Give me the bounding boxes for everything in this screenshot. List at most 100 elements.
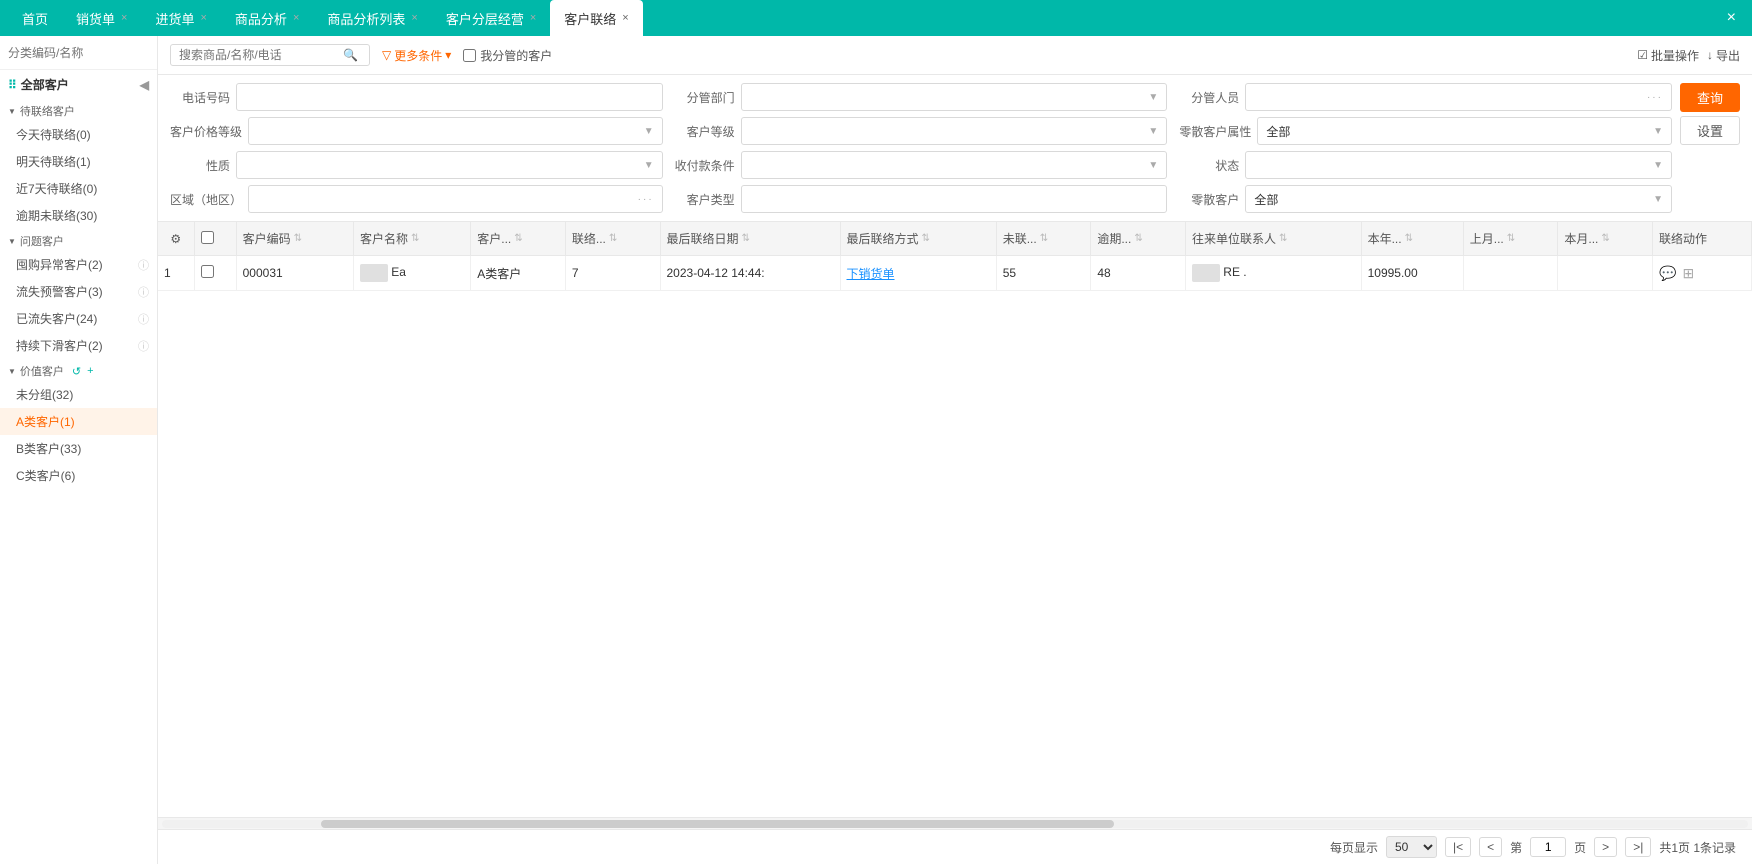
advanced-filter: 电话号码 分管部门 ▼ 分管人员 ···	[158, 75, 1752, 222]
filter-search-input[interactable]	[179, 48, 339, 62]
sidebar-item-hoarding[interactable]: 囤购异常客户(2) ⓘ	[0, 251, 157, 278]
sidebar-item-today[interactable]: 今天待联络(0)	[0, 121, 157, 148]
all-customers-header[interactable]: ⠿ 全部客户 ◀	[0, 70, 157, 99]
sort-icon-uncontacted[interactable]: ⇅	[1040, 233, 1048, 244]
horizontal-scrollbar[interactable]	[158, 817, 1752, 829]
prev-page-button[interactable]: <	[1479, 837, 1502, 857]
sort-icon-last-method[interactable]: ⇅	[922, 233, 930, 244]
filter-input-retail-attr[interactable]: 全部 ▼	[1257, 117, 1672, 145]
sidebar-group-problem: ▼ 问题客户	[0, 229, 157, 251]
th-this-month-label: 本月...	[1564, 230, 1598, 247]
more-conditions-button[interactable]: ▽ 更多条件 ▾	[382, 47, 451, 64]
sidebar-item-churned[interactable]: 已流失客户(24) ⓘ	[0, 305, 157, 332]
sort-icon-last-date[interactable]: ⇅	[742, 233, 750, 244]
filter-field-payment: 收付款条件 ▼	[675, 151, 1168, 179]
th-this-year: 本年... ⇅	[1361, 222, 1463, 256]
close-all-button[interactable]: ×	[1719, 9, 1744, 27]
filter-field-phone: 电话号码	[170, 83, 663, 111]
filter-label-cust-level: 客户等级	[675, 123, 735, 140]
nav-tab-customer-contact[interactable]: 客户联络 ×	[550, 0, 642, 36]
nav-tab-purchase[interactable]: 进货单 ×	[141, 0, 220, 36]
filter-input-region[interactable]: ···	[248, 185, 663, 213]
filter-input-payment[interactable]: ▼	[741, 151, 1168, 179]
footer-pagination: 每页显示 50 100 200 |< < 第 页 > >| 共1页 1条记录	[158, 829, 1752, 864]
sort-icon-overdue[interactable]: ⇅	[1134, 233, 1142, 244]
triangle-down-icon: ▼	[8, 107, 16, 116]
page-number-input[interactable]	[1530, 837, 1566, 857]
settings-gear-icon[interactable]: ⚙	[170, 232, 181, 246]
sort-icon-person[interactable]: ⇅	[1279, 233, 1287, 244]
sort-icon-last-month[interactable]: ⇅	[1507, 233, 1515, 244]
nav-tab-customer-contact-close[interactable]: ×	[622, 12, 628, 24]
filter-search-box: 🔍	[170, 44, 370, 66]
nav-tab-analysis-list-close[interactable]: ×	[411, 12, 417, 24]
nav-tab-purchase-close[interactable]: ×	[200, 12, 206, 24]
select-all-checkbox[interactable]	[201, 231, 214, 244]
filter-input-manager[interactable]: ···	[1245, 83, 1672, 111]
adv-filter-row-1: 电话号码 分管部门 ▼ 分管人员 ···	[170, 83, 1672, 111]
add-group-icon[interactable]: +	[87, 365, 93, 377]
filter-label-retail-attr: 零散客户属性	[1179, 123, 1251, 140]
nav-tab-analysis-list[interactable]: 商品分析列表 ×	[313, 0, 431, 36]
sort-icon-contact[interactable]: ⇅	[609, 233, 617, 244]
sort-icon-name[interactable]: ⇅	[411, 233, 419, 244]
filter-field-dept: 分管部门 ▼	[675, 83, 1168, 111]
sidebar-item-declining[interactable]: 持续下滑客户(2) ⓘ	[0, 332, 157, 359]
sidebar-item-class-c[interactable]: C类客户(6)	[0, 462, 157, 489]
refresh-icon[interactable]: ↺	[72, 365, 81, 378]
batch-op-button[interactable]: ☑ 批量操作	[1637, 47, 1699, 64]
sidebar-collapse-button[interactable]: ◀	[140, 78, 149, 92]
sort-icon-type[interactable]: ⇅	[514, 233, 522, 244]
filter-input-cust-level[interactable]: ▼	[741, 117, 1168, 145]
filter-input-dept[interactable]: ▼	[741, 83, 1168, 111]
sidebar-item-ungrouped[interactable]: 未分组(32)	[0, 381, 157, 408]
nav-tab-analysis[interactable]: 商品分析 ×	[221, 0, 313, 36]
th-person-label: 往来单位联系人	[1192, 230, 1276, 247]
sort-icon-code[interactable]: ⇅	[294, 233, 302, 244]
sidebar-item-7days[interactable]: 近7天待联络(0)	[0, 175, 157, 202]
nav-tab-customer-segment-close[interactable]: ×	[530, 12, 536, 24]
action-icons-group: 💬 ⊞	[1659, 265, 1745, 282]
td-type: A类客户	[471, 256, 566, 291]
sidebar-search-input[interactable]	[8, 46, 158, 60]
nav-tab-sales-close[interactable]: ×	[121, 12, 127, 24]
action-qr-icon[interactable]: ⊞	[1682, 265, 1694, 282]
sidebar-item-overdue[interactable]: 逾期未联络(30)	[0, 202, 157, 229]
sidebar-item-tomorrow[interactable]: 明天待联络(1)	[0, 148, 157, 175]
my-customers-check[interactable]	[463, 49, 476, 62]
sidebar-item-class-a-label: A类客户(1)	[16, 413, 75, 430]
action-chat-icon[interactable]: 💬	[1659, 265, 1676, 282]
next-page-button[interactable]: >	[1594, 837, 1617, 857]
grid-icon: ⠿	[8, 78, 17, 92]
filter-input-cust-type[interactable]	[741, 185, 1168, 213]
sidebar-item-class-b[interactable]: B类客户(33)	[0, 435, 157, 462]
filter-input-retail-cust[interactable]: 全部 ▼	[1245, 185, 1672, 213]
adv-filter-row-4: 区域（地区） ··· 客户类型 零散客户 全部	[170, 185, 1672, 213]
sort-icon-this-year[interactable]: ⇅	[1405, 233, 1413, 244]
nav-tab-customer-segment[interactable]: 客户分层经营 ×	[432, 0, 550, 36]
last-page-button[interactable]: >|	[1625, 837, 1651, 857]
filter-input-price-level[interactable]: ▼	[248, 117, 663, 145]
sidebar-item-churn-warning[interactable]: 流失预警客户(3) ⓘ	[0, 278, 157, 305]
th-action: 联络动作	[1653, 222, 1752, 256]
th-last-method-label: 最后联络方式	[847, 230, 919, 247]
filter-search-icon[interactable]: 🔍	[343, 48, 358, 62]
row-checkbox[interactable]	[201, 265, 214, 278]
sort-icon-this-month[interactable]: ⇅	[1601, 233, 1609, 244]
data-table: ⚙ 客户编码 ⇅ 客户名称	[158, 222, 1752, 291]
td-last-method[interactable]: 下销货单	[840, 256, 996, 291]
page-of-label: 页	[1574, 839, 1586, 856]
th-last-date: 最后联络日期 ⇅	[660, 222, 840, 256]
filter-input-phone[interactable]	[236, 83, 663, 111]
nav-tab-home[interactable]: 首页	[8, 0, 62, 36]
filter-input-nature[interactable]: ▼	[236, 151, 663, 179]
nav-tab-sales[interactable]: 销货单 ×	[62, 0, 141, 36]
per-page-select[interactable]: 50 100 200	[1386, 836, 1437, 858]
settings-button[interactable]: 设置	[1680, 116, 1740, 145]
sidebar-item-class-a[interactable]: A类客户(1)	[0, 408, 157, 435]
filter-input-status[interactable]: ▼	[1245, 151, 1672, 179]
query-button[interactable]: 查询	[1680, 83, 1740, 112]
first-page-button[interactable]: |<	[1445, 837, 1471, 857]
nav-tab-analysis-close[interactable]: ×	[293, 12, 299, 24]
export-button[interactable]: ↓ 导出	[1707, 47, 1740, 64]
